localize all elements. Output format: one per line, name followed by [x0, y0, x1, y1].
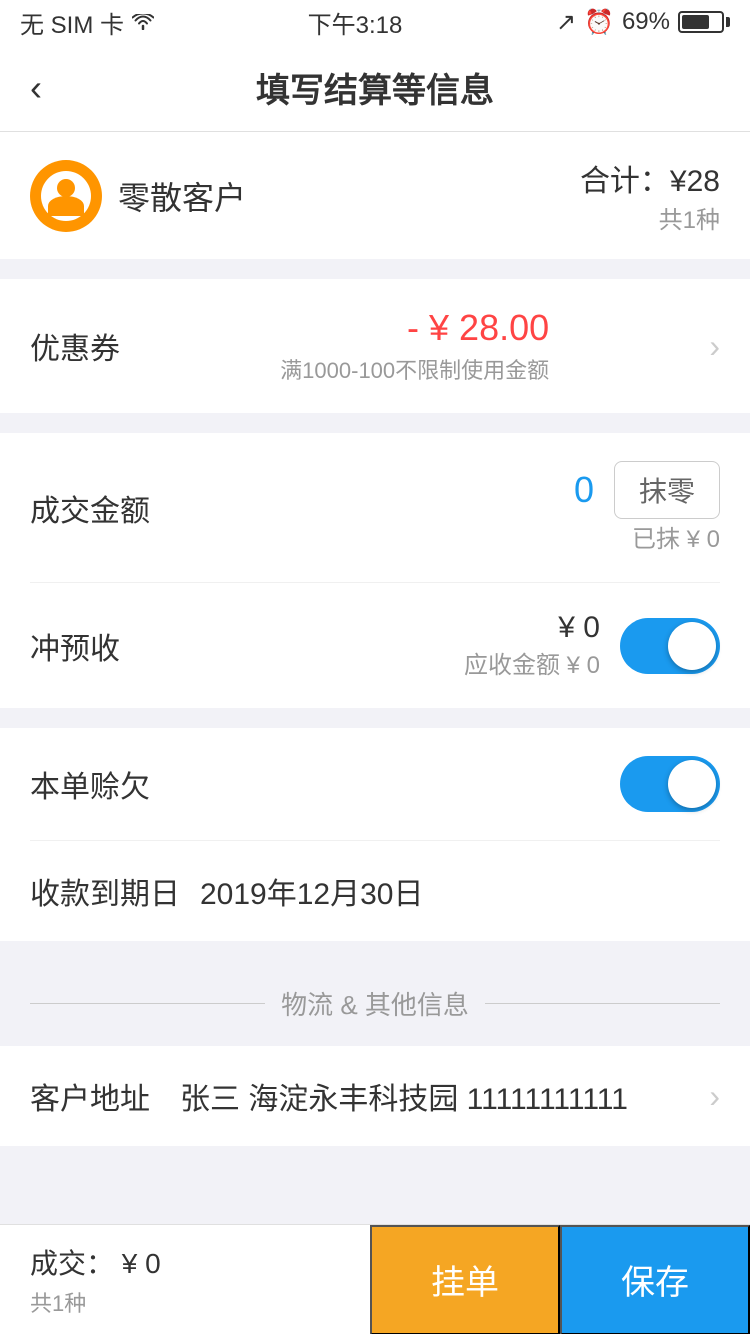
debit-row: 本单赊欠	[0, 728, 750, 840]
address-row[interactable]: 客户地址 张三 海淀永丰科技园 11111111111 ›	[0, 1046, 750, 1146]
avatar-icon	[41, 171, 91, 221]
page-title: 填写结算等信息	[256, 63, 494, 112]
debit-section: 本单赊欠 收款到期日 2019年12月30日	[0, 728, 750, 941]
status-bar: 无 SIM 卡 下午3:18 ↗ ⏰ 69%	[0, 0, 750, 44]
coupon-description: 满1000-100不限制使用金额	[280, 353, 549, 385]
prepayment-amount: ¥ 0	[464, 611, 600, 645]
due-date-label: 收款到期日	[30, 869, 180, 913]
customer-name: 零散客户	[118, 173, 246, 219]
location-icon: ↗	[556, 8, 576, 37]
logistics-label: 物流 & 其他信息	[281, 985, 469, 1022]
bottom-summary-amount: ¥ 0	[122, 1248, 161, 1279]
transaction-label: 成交金额	[30, 486, 190, 530]
logistics-divider: 物流 & 其他信息	[30, 985, 720, 1022]
transaction-section: 成交金额 0 抹零 已抹 ¥ 0 冲预收 ¥ 0 应收金额 ¥ 0	[0, 433, 750, 708]
hang-order-button[interactable]: 挂单	[370, 1225, 560, 1334]
transaction-value[interactable]: 0	[534, 469, 594, 511]
status-right: ↗ ⏰ 69%	[556, 8, 730, 37]
address-section[interactable]: 客户地址 张三 海淀永丰科技园 11111111111 ›	[0, 1046, 750, 1146]
debit-toggle-circle	[668, 760, 716, 808]
address-value: 张三 海淀永丰科技园 11111111111	[150, 1074, 709, 1118]
deducted-text: 已抹 ¥ 0	[534, 519, 720, 554]
logistics-line-right	[485, 1003, 720, 1004]
round-zero-button[interactable]: 抹零	[614, 461, 720, 519]
coupon-section[interactable]: 优惠券 - ¥ 28.00 满1000-100不限制使用金额 ›	[0, 279, 750, 413]
transaction-right: 0 抹零 已抹 ¥ 0	[190, 461, 720, 554]
customer-info: 零散客户	[30, 160, 246, 232]
content-area: 零散客户 合计：¥28 共1种 优惠券 - ¥ 28.00 满1000-100不…	[0, 132, 750, 1286]
bottom-summary: 成交： ¥ 0 共1种	[0, 1242, 370, 1318]
status-left: 无 SIM 卡	[20, 5, 154, 40]
customer-count: 共1种	[580, 200, 720, 235]
coupon-right-info: - ¥ 28.00 满1000-100不限制使用金额	[280, 307, 549, 385]
transaction-amount-row: 成交金额 0 抹零 已抹 ¥ 0	[0, 433, 750, 582]
customer-avatar	[30, 160, 102, 232]
due-date-value: 2019年12月30日	[200, 869, 423, 913]
coupon-label: 优惠券	[30, 324, 120, 368]
coupon-row[interactable]: 优惠券 - ¥ 28.00 满1000-100不限制使用金额 ›	[0, 279, 750, 413]
due-date-row: 收款到期日 2019年12月30日	[0, 841, 750, 941]
prepayment-row: 冲预收 ¥ 0 应收金额 ¥ 0	[0, 583, 750, 708]
customer-summary: 合计：¥28 共1种	[580, 156, 720, 235]
address-chevron-icon: ›	[709, 1078, 720, 1115]
logistics-line-left	[30, 1003, 265, 1004]
customer-total: 合计：¥28	[580, 156, 720, 200]
back-button[interactable]: ‹	[30, 67, 42, 109]
customer-row: 零散客户 合计：¥28 共1种	[0, 132, 750, 259]
bottom-summary-label: 成交：	[30, 1248, 114, 1279]
carrier-text: 无 SIM 卡	[20, 5, 124, 40]
address-label: 客户地址	[30, 1074, 150, 1118]
debit-label: 本单赊欠	[30, 762, 190, 806]
nav-bar: ‹ 填写结算等信息	[0, 44, 750, 132]
bottom-summary-row: 成交： ¥ 0	[30, 1242, 340, 1282]
logistics-section: 物流 & 其他信息	[0, 961, 750, 1046]
customer-section: 零散客户 合计：¥28 共1种	[0, 132, 750, 259]
battery-percent: 69%	[622, 8, 670, 36]
prepayment-receivable: 应收金额 ¥ 0	[464, 645, 600, 680]
bottom-summary-count: 共1种	[30, 1286, 340, 1318]
toggle-circle	[668, 622, 716, 670]
coupon-chevron-icon: ›	[709, 328, 720, 365]
prepayment-label: 冲预收	[30, 624, 190, 668]
coupon-amount: - ¥ 28.00	[280, 307, 549, 349]
bottom-bar: 成交： ¥ 0 共1种 挂单 保存	[0, 1224, 750, 1334]
wifi-icon	[132, 14, 154, 30]
battery-indicator	[678, 11, 730, 33]
save-button[interactable]: 保存	[560, 1225, 750, 1334]
prepayment-toggle[interactable]	[620, 618, 720, 674]
alarm-icon: ⏰	[584, 8, 614, 37]
debit-toggle[interactable]	[620, 756, 720, 812]
status-time: 下午3:18	[308, 5, 403, 40]
